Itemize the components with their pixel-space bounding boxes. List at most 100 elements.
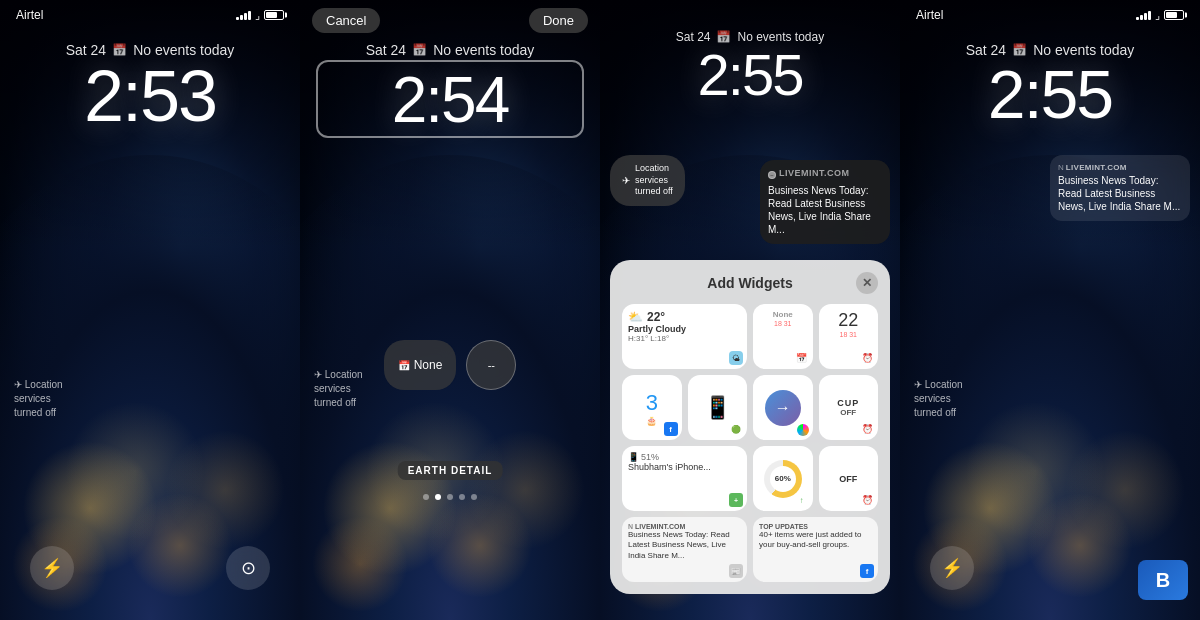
cup-label: CUP (837, 398, 859, 408)
battery-icon-4 (1164, 10, 1184, 20)
widget-close-button[interactable]: ✕ (856, 272, 878, 294)
arrow-circle: → (765, 390, 801, 426)
events-text-2: No events today (433, 42, 534, 58)
widget-dash-label: -- (488, 359, 495, 371)
date-row-4: Sat 24 📅 No events today (900, 42, 1200, 58)
dots-row (423, 494, 477, 500)
cup-badge: ⏰ (860, 422, 874, 436)
clock-off-widget[interactable]: OFF ⏰ (819, 446, 879, 511)
watermark-logo: B (1138, 560, 1188, 600)
pct-ring-widget[interactable]: 60% ↑ (753, 446, 813, 511)
status-bar-1: Airtel ⌟ (0, 8, 300, 22)
news1-widget[interactable]: N LIVEMINT.COM Business News Today: Read… (622, 517, 747, 582)
events-text-4: No events today (1033, 42, 1134, 58)
lock-content-4: Sat 24 📅 No events today 2:55 (900, 0, 1200, 620)
time-display-3: 2:55 (600, 46, 900, 104)
status-bar-4: Airtel ⌟ (900, 8, 1200, 22)
widget-panel: Add Widgets ✕ ⛅ 22° Partly Cloudy H:31° … (610, 260, 890, 594)
pct-badge: ↑ (795, 493, 809, 507)
date-text-4: Sat 24 (966, 42, 1006, 58)
fb-badge: f (664, 422, 678, 436)
dot-2[interactable] (435, 494, 441, 500)
date-text-2: Sat 24 (366, 42, 406, 58)
off-label: OFF (840, 408, 856, 417)
carrier-4: Airtel (916, 8, 943, 22)
phone-widget[interactable]: 📱 🟢 (688, 375, 748, 440)
news2-source: LIVEMINT.COM (635, 523, 685, 530)
phone-panel-2: Cancel Done Sat 24 📅 No events today 2:5… (300, 0, 600, 620)
battery-icon-1 (264, 10, 284, 20)
carrier-1: Airtel (16, 8, 43, 22)
weather-hl: H:31° L:18° (628, 334, 669, 344)
flashlight-button-4[interactable]: ⚡ (930, 546, 974, 590)
date-text-1: Sat 24 (66, 42, 106, 58)
battery-widget[interactable]: 📱 51% Shubham's iPhone... + (622, 446, 747, 511)
edit-topbar: Cancel Done (300, 8, 600, 33)
news-source-4: LIVEMINT.COM (1066, 163, 1127, 172)
location-widget-3: ✈ Locationservicesturned off (610, 155, 685, 206)
birthday-widget[interactable]: 3 🎂 f (622, 375, 682, 440)
dot-1[interactable] (423, 494, 429, 500)
calendar-none-widget[interactable]: None 18 31 📅 (753, 304, 813, 369)
date-row-2: Sat 24 📅 No events today (300, 42, 600, 58)
plane-icon-3: ✈ (622, 175, 630, 186)
battery-badge: + (729, 493, 743, 507)
wifi-icon-1: ⌟ (255, 9, 260, 22)
done-button[interactable]: Done (529, 8, 588, 33)
notif-remove-dot[interactable]: − (768, 171, 776, 179)
arrow-badge (797, 424, 809, 436)
phone-panel-1: Airtel ⌟ Sat 24 📅 No events today 2:53 ✈… (0, 0, 300, 620)
news-text-4: Business News Today: Read Latest Busines… (1058, 174, 1182, 213)
flashlight-button-1[interactable]: ⚡ (30, 546, 74, 590)
weather-widget[interactable]: ⛅ 22° Partly Cloudy H:31° L:18° 🌤 (622, 304, 747, 369)
calendar-icon-3: 📅 (716, 30, 731, 44)
dot-3[interactable] (447, 494, 453, 500)
phone-badge: 🟢 (729, 422, 743, 436)
time-edit-box[interactable]: 2:54 (316, 60, 584, 138)
clock-widget[interactable]: 22 18 31 ⏰ (819, 304, 879, 369)
calendar-icon-2: 📅 (412, 43, 427, 57)
cal-app-badge: 📅 (795, 351, 809, 365)
time-display-4: 2:55 (900, 60, 1200, 128)
events-text-3: No events today (737, 30, 824, 44)
news-widget-4: N LIVEMINT.COM Business News Today: Read… (1050, 155, 1190, 221)
off-clock-label: OFF (839, 474, 857, 484)
notif-source-3: LIVEMINT.COM (779, 168, 850, 178)
top-updates-widget[interactable]: TOP UPDATES 40+ items were just added to… (753, 517, 878, 582)
birthday-num: 3 (646, 390, 658, 416)
pct-value: 60% (770, 466, 796, 492)
phone-panel-3: Sat 24 📅 No events today 2:55 ✈ Location… (600, 0, 900, 620)
bottom-controls-1: ⚡ ⊙ (0, 546, 300, 590)
date-row-1: Sat 24 📅 No events today (0, 42, 300, 58)
widget-row-2: 📅 None -- (300, 340, 600, 390)
time-display-1: 2:53 (0, 60, 300, 132)
arrow-widget[interactable]: → (753, 375, 813, 440)
camera-button-1[interactable]: ⊙ (226, 546, 270, 590)
battery-fill-1 (266, 12, 277, 18)
dot-4[interactable] (459, 494, 465, 500)
dot-5[interactable] (471, 494, 477, 500)
events-text-1: No events today (133, 42, 234, 58)
cup-widget[interactable]: CUP OFF ⏰ (819, 375, 879, 440)
cancel-button[interactable]: Cancel (312, 8, 380, 33)
phone-panel-4: Airtel ⌟ Sat 24 📅 No events today 2:55 ✈… (900, 0, 1200, 620)
earth-label: EARTH DETAIL (398, 461, 503, 480)
widget-panel-header: Add Widgets ✕ (622, 272, 878, 294)
off-clock-badge: ⏰ (860, 493, 874, 507)
date-row-3: Sat 24 📅 No events today (600, 30, 900, 44)
news2-text: Business News Today: Read Latest Busines… (628, 530, 741, 561)
location-line3-2: turned off (314, 396, 363, 410)
pct-ring: 60% (764, 460, 802, 498)
location-label-3: Locationservicesturned off (635, 163, 673, 198)
widget-grid: ⛅ 22° Partly Cloudy H:31° L:18° 🌤 None 1… (622, 304, 878, 582)
signal-bars-1 (236, 10, 251, 20)
clock-num: 22 (838, 310, 858, 331)
signal-bars-4 (1136, 10, 1151, 20)
calendar-icon-4: 📅 (1012, 43, 1027, 57)
widget-none-label: None (414, 358, 443, 372)
top-source: TOP UPDATES (759, 523, 808, 530)
widget-none[interactable]: 📅 None (384, 340, 457, 390)
widget-dashes[interactable]: -- (466, 340, 516, 390)
lock-content-1: Sat 24 📅 No events today 2:53 (0, 0, 300, 620)
widget-panel-title: Add Widgets (644, 275, 856, 291)
